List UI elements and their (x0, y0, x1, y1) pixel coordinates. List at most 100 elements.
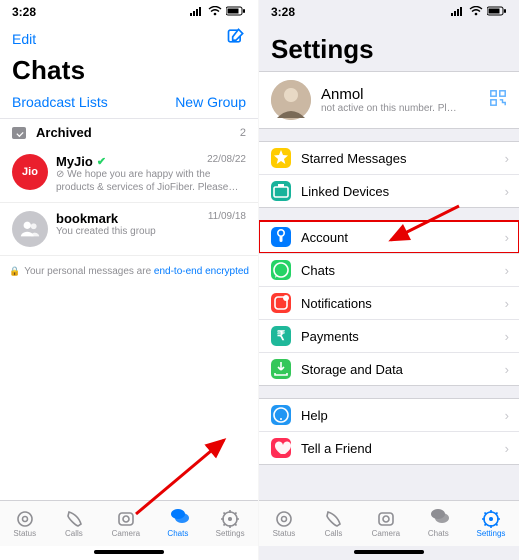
camera-icon (375, 510, 397, 528)
chats-icon (427, 510, 449, 528)
tab-label: Status (13, 529, 36, 538)
tab-settings[interactable]: Settings (216, 510, 245, 538)
wifi-icon (208, 5, 222, 19)
tab-bar: Status Calls Camera Chats Settings (0, 500, 258, 546)
chevron-right-icon: › (505, 263, 509, 278)
chats-screen: 3:28 Edit Chats Broadcast Lists New Grou… (0, 0, 259, 560)
tab-settings[interactable]: Settings (476, 510, 505, 538)
status-bar: 3:28 (259, 0, 519, 24)
tab-label: Chats (428, 529, 449, 538)
settings-group-2: Account›Chats›Notifications›₹Payments›St… (259, 220, 519, 386)
chats-toolbar: Edit (0, 24, 258, 55)
avatar: Jio (12, 154, 48, 190)
archive-icon (12, 127, 26, 139)
page-title: Chats (0, 55, 258, 90)
tab-chats[interactable]: Chats (427, 510, 449, 538)
signal-icon (190, 5, 204, 19)
home-indicator (354, 550, 424, 554)
account-icon (271, 227, 291, 247)
status-icon (273, 510, 295, 528)
chevron-right-icon: › (505, 230, 509, 245)
tell-icon (271, 438, 291, 458)
profile-status: not active on this number. Pls try +9… (321, 103, 461, 114)
chevron-right-icon: › (505, 296, 509, 311)
settings-tell[interactable]: Tell a Friend › (259, 431, 519, 464)
settings-account[interactable]: Account › (259, 221, 519, 253)
settings-icon (219, 510, 241, 528)
svg-text:₹: ₹ (277, 328, 286, 343)
page-title: Settings (259, 24, 519, 71)
chat-row[interactable]: bookmarkYou created this group11/09/18 (0, 203, 258, 256)
edit-button[interactable]: Edit (12, 31, 36, 47)
chat-row[interactable]: JioMyJio✔⊘ We hope you are happy with th… (0, 146, 258, 203)
wifi-icon (469, 5, 483, 19)
calls-icon (322, 510, 344, 528)
cell-label: Tell a Friend (301, 441, 372, 456)
avatar (271, 80, 311, 120)
clock: 3:28 (271, 5, 295, 19)
chat-name: MyJio (56, 154, 93, 169)
signal-icon (451, 5, 465, 19)
tab-label: Calls (65, 529, 83, 538)
settings-group-3: Help › Tell a Friend › (259, 398, 519, 465)
chevron-right-icon: › (505, 184, 509, 199)
cell-label: Help (301, 408, 328, 423)
chat-name: bookmark (56, 211, 118, 226)
settings-icon (480, 510, 502, 528)
settings-chats[interactable]: Chats › (259, 253, 519, 286)
settings-group-1: Starred Messages › Linked Devices › (259, 141, 519, 208)
chevron-right-icon: › (505, 151, 509, 166)
notifications-icon (271, 293, 291, 313)
storage-icon (271, 359, 291, 379)
broadcast-lists-button[interactable]: Broadcast Lists (12, 94, 108, 110)
payments-icon: ₹ (271, 326, 291, 346)
avatar (12, 211, 48, 247)
settings-help[interactable]: Help › (259, 399, 519, 431)
archived-label: Archived (36, 125, 92, 140)
clock: 3:28 (12, 5, 36, 19)
qr-icon[interactable] (489, 89, 507, 112)
starred-icon (271, 148, 291, 168)
tab-camera[interactable]: Camera (372, 510, 400, 538)
chat-time: 22/08/22 (207, 154, 246, 165)
chevron-right-icon: › (505, 362, 509, 377)
settings-payments[interactable]: ₹Payments› (259, 319, 519, 352)
verified-icon: ✔ (97, 155, 106, 168)
chevron-right-icon: › (505, 441, 509, 456)
tab-calls[interactable]: Calls (63, 510, 85, 538)
chat-time: 11/09/18 (208, 211, 246, 222)
cell-label: Linked Devices (301, 184, 389, 199)
compose-icon[interactable] (226, 26, 246, 51)
chat-list: JioMyJio✔⊘ We hope you are happy with th… (0, 146, 258, 256)
profile-row[interactable]: Anmol not active on this number. Pls try… (259, 71, 519, 129)
status-icons (190, 5, 246, 19)
tab-label: Status (273, 529, 296, 538)
calls-icon (63, 510, 85, 528)
tab-chats[interactable]: Chats (167, 510, 189, 538)
settings-storage[interactable]: Storage and Data› (259, 352, 519, 385)
tab-label: Calls (325, 529, 343, 538)
settings-notifications[interactable]: Notifications› (259, 286, 519, 319)
tab-label: Chats (167, 529, 188, 538)
new-group-button[interactable]: New Group (175, 94, 246, 110)
tab-calls[interactable]: Calls (322, 510, 344, 538)
archived-count: 2 (240, 127, 246, 139)
tab-status[interactable]: Status (273, 510, 296, 538)
tab-label: Settings (216, 529, 245, 538)
tab-camera[interactable]: Camera (112, 510, 140, 538)
chevron-right-icon: › (505, 329, 509, 344)
chats-subbar: Broadcast Lists New Group (0, 90, 258, 119)
e2e-link[interactable]: end-to-end encrypted (154, 266, 249, 277)
settings-linked[interactable]: Linked Devices › (259, 174, 519, 207)
lock-icon: 🔒 (9, 266, 20, 276)
tab-status[interactable]: Status (13, 510, 36, 538)
cell-label: Starred Messages (301, 151, 407, 166)
cell-label: Chats (301, 263, 335, 278)
cell-label: Account (301, 230, 348, 245)
chats-icon (271, 260, 291, 280)
tab-label: Camera (372, 529, 400, 538)
chevron-right-icon: › (505, 408, 509, 423)
status-icon (14, 510, 36, 528)
archived-row[interactable]: Archived 2 (0, 119, 258, 146)
settings-starred[interactable]: Starred Messages › (259, 142, 519, 174)
